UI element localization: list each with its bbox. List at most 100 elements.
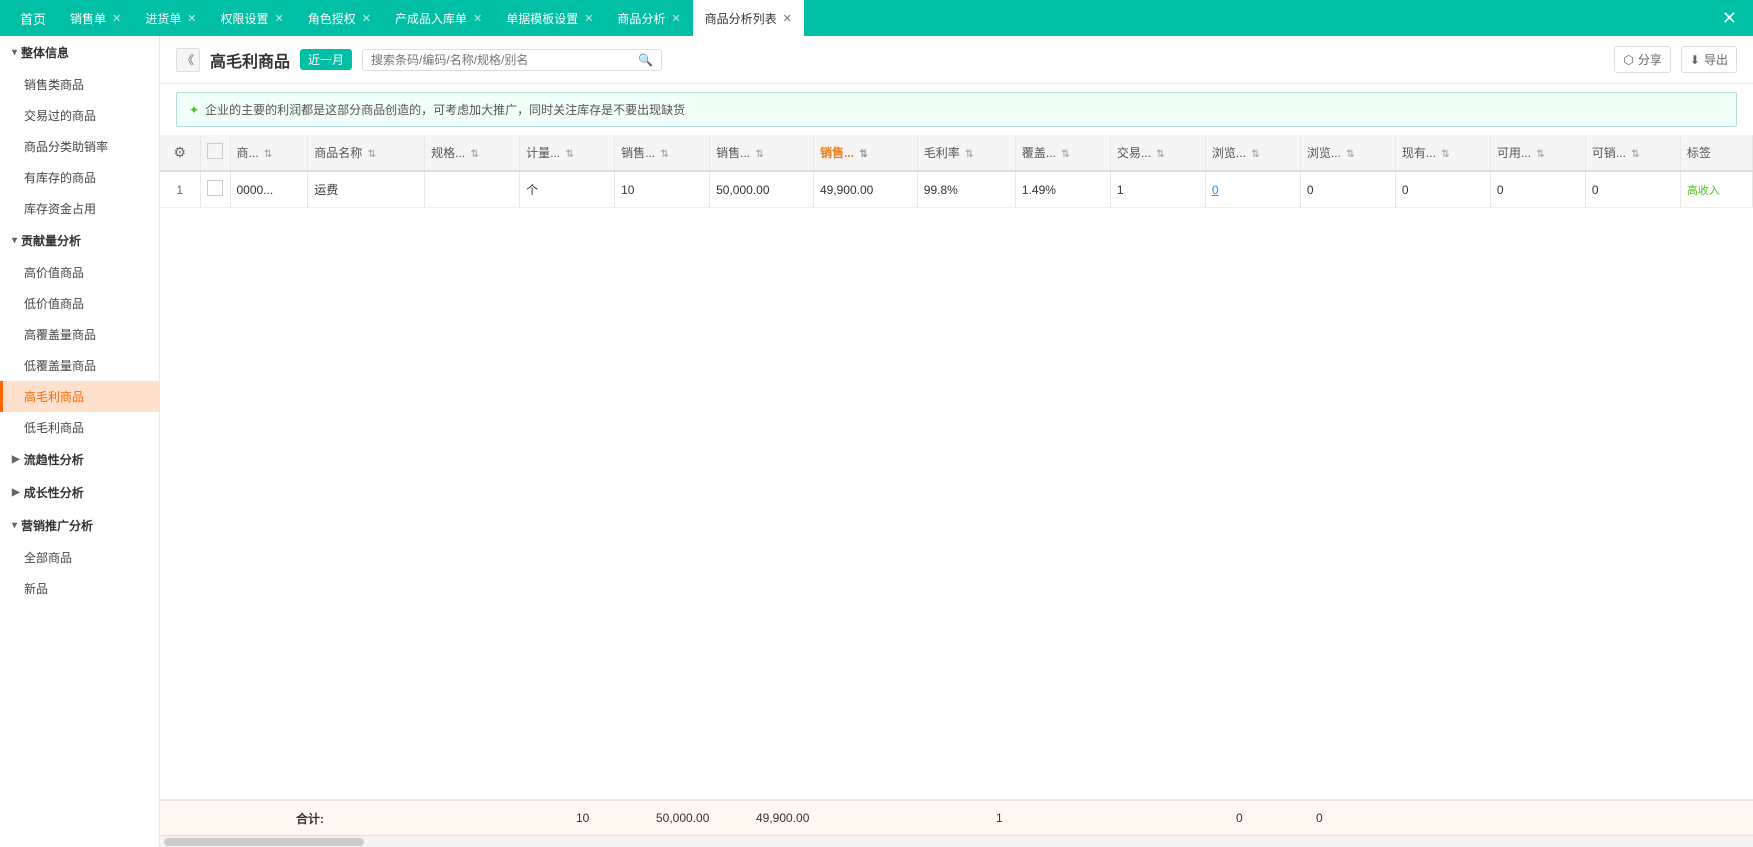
cell-browse1[interactable]: 0 xyxy=(1205,171,1300,208)
close-tab-icon[interactable]: ✕ xyxy=(584,12,593,25)
row-checkbox[interactable] xyxy=(207,180,223,196)
nav-sales-order[interactable]: 销售单 ✕ xyxy=(58,0,133,36)
search-box[interactable]: 🔍 xyxy=(362,49,662,71)
cell-tag: 高收入 xyxy=(1680,171,1752,208)
sidebar-item-inventory-capital[interactable]: 库存资金占用 xyxy=(0,193,159,224)
search-input[interactable] xyxy=(371,53,634,67)
window-close-button[interactable]: ✕ xyxy=(1714,8,1745,29)
col-saleable-stock[interactable]: 可销... ⇅ xyxy=(1585,135,1680,171)
sidebar-item-high-margin[interactable]: 高毛利商品 xyxy=(0,381,159,412)
sidebar-item-traded-goods[interactable]: 交易过的商品 xyxy=(0,100,159,131)
close-tab-icon[interactable]: ✕ xyxy=(187,12,196,25)
sort-icon: ⇅ xyxy=(660,149,668,160)
info-icon: ✦ xyxy=(189,103,199,117)
cell-code: 0000... xyxy=(230,171,308,208)
collapse-sidebar-button[interactable]: 《 xyxy=(176,48,200,72)
col-gross-rate[interactable]: 毛利率 ⇅ xyxy=(917,135,1015,171)
nav-purchase-order[interactable]: 进货单 ✕ xyxy=(133,0,208,36)
nav-home[interactable]: 首页 xyxy=(8,0,58,36)
footer-trade-count: 1 xyxy=(996,811,1076,825)
col-sales-qty[interactable]: 销售... ⇅ xyxy=(615,135,710,171)
sort-icon: ⇅ xyxy=(1251,149,1259,160)
content-header: 《 高毛利商品 近一月 🔍 ⬡ 分享 ⬇ 导出 xyxy=(160,36,1753,84)
footer-totals: 合计: 10 50,000.00 49,900.00 1 0 0 xyxy=(160,799,1753,835)
cell-gross-rate: 99.8% xyxy=(917,171,1015,208)
nav-permissions[interactable]: 权限设置 ✕ xyxy=(208,0,295,36)
share-button[interactable]: ⬡ 分享 xyxy=(1614,46,1671,73)
sidebar-item-new-goods[interactable]: 新品 xyxy=(0,573,159,604)
cell-checkbox[interactable] xyxy=(200,171,230,208)
col-browse1[interactable]: 浏览... ⇅ xyxy=(1205,135,1300,171)
sidebar-group-marketing[interactable]: ▾ 营销推广分析 xyxy=(0,509,159,542)
select-all-checkbox[interactable] xyxy=(207,143,223,159)
share-icon: ⬡ xyxy=(1623,53,1633,67)
sidebar-group-overall[interactable]: ▾ 整体信息 xyxy=(0,36,159,69)
col-coverage[interactable]: 覆盖... ⇅ xyxy=(1015,135,1110,171)
sidebar-item-low-coverage[interactable]: 低覆盖量商品 xyxy=(0,350,159,381)
col-sales-cost[interactable]: 销售... ⇅ xyxy=(813,135,917,171)
footer-sales-qty: 10 xyxy=(576,811,656,825)
close-tab-icon[interactable]: ✕ xyxy=(473,12,482,25)
close-tab-icon[interactable]: ✕ xyxy=(783,12,792,25)
filter-tag-month[interactable]: 近一月 xyxy=(300,49,352,70)
col-trade-count[interactable]: 交易... ⇅ xyxy=(1110,135,1205,171)
col-tag[interactable]: 标签 xyxy=(1680,135,1752,171)
close-tab-icon[interactable]: ✕ xyxy=(671,12,680,25)
sort-icon: ⇅ xyxy=(1346,149,1354,160)
scroll-thumb[interactable] xyxy=(164,838,364,846)
horizontal-scrollbar[interactable] xyxy=(160,835,1753,847)
col-spec[interactable]: 规格... ⇅ xyxy=(425,135,520,171)
nav-finished-goods[interactable]: 产成品入库单 ✕ xyxy=(383,0,494,36)
sidebar-item-category-rate[interactable]: 商品分类助销率 xyxy=(0,131,159,162)
nav-product-analysis-list[interactable]: 商品分析列表 ✕ xyxy=(693,0,804,36)
sort-icon: ⇅ xyxy=(755,149,763,160)
col-name[interactable]: 商品名称 ⇅ xyxy=(308,135,425,171)
close-tab-icon[interactable]: ✕ xyxy=(362,12,371,25)
col-code[interactable]: 商... ⇅ xyxy=(230,135,308,171)
sidebar-item-high-coverage[interactable]: 高覆盖量商品 xyxy=(0,319,159,350)
close-tab-icon[interactable]: ✕ xyxy=(112,12,121,25)
cell-sales-qty: 10 xyxy=(615,171,710,208)
table-body: 1 0000... 运费 个 10 50,000.00 49,900.00 99… xyxy=(160,171,1753,208)
browse-link[interactable]: 0 xyxy=(1212,183,1219,197)
tag-label: 高收入 xyxy=(1687,185,1720,197)
cell-unit: 个 xyxy=(520,171,615,208)
cell-trade-count: 1 xyxy=(1110,171,1205,208)
table-container[interactable]: ⚙ 商... ⇅ 商品名称 ⇅ xyxy=(160,135,1753,799)
col-checkbox[interactable] xyxy=(200,135,230,171)
footer-sales-cost: 49,900.00 xyxy=(756,811,856,825)
table-row[interactable]: 1 0000... 运费 个 10 50,000.00 49,900.00 99… xyxy=(160,171,1753,208)
sidebar-item-all-goods[interactable]: 全部商品 xyxy=(0,542,159,573)
footer-sales-amt: 50,000.00 xyxy=(656,811,756,825)
sort-icon: ⇅ xyxy=(1441,149,1449,160)
settings-icon[interactable]: ⚙ xyxy=(173,144,186,160)
sidebar-item-instock-goods[interactable]: 有库存的商品 xyxy=(0,162,159,193)
sidebar-group-growth[interactable]: ▶ 成长性分析 xyxy=(0,476,159,509)
sidebar-item-low-margin[interactable]: 低毛利商品 xyxy=(0,412,159,443)
table-header-row: ⚙ 商... ⇅ 商品名称 ⇅ xyxy=(160,135,1753,171)
data-table: ⚙ 商... ⇅ 商品名称 ⇅ xyxy=(160,135,1753,208)
sidebar-group-contribution[interactable]: ▾ 贡献量分析 xyxy=(0,224,159,257)
sidebar-item-sales-goods[interactable]: 销售类商品 xyxy=(0,69,159,100)
export-button[interactable]: ⬇ 导出 xyxy=(1681,46,1737,73)
search-icon[interactable]: 🔍 xyxy=(638,53,653,67)
sidebar-item-low-value[interactable]: 低价值商品 xyxy=(0,288,159,319)
nav-template-settings[interactable]: 单据模板设置 ✕ xyxy=(494,0,605,36)
col-index[interactable]: ⚙ xyxy=(160,135,200,171)
sort-icon: ⇅ xyxy=(565,149,573,160)
close-tab-icon[interactable]: ✕ xyxy=(275,12,284,25)
cell-spec xyxy=(425,171,520,208)
cell-current-stock: 0 xyxy=(1395,171,1490,208)
col-sales-amt[interactable]: 销售... ⇅ xyxy=(710,135,814,171)
sort-icon: ⇅ xyxy=(965,149,973,160)
nav-product-analysis[interactable]: 商品分析 ✕ xyxy=(605,0,692,36)
col-browse2[interactable]: 浏览... ⇅ xyxy=(1300,135,1395,171)
nav-role-auth[interactable]: 角色授权 ✕ xyxy=(296,0,383,36)
col-unit[interactable]: 计量... ⇅ xyxy=(520,135,615,171)
page-title: 高毛利商品 xyxy=(210,48,290,72)
sidebar-item-high-value[interactable]: 高价值商品 xyxy=(0,257,159,288)
col-available-stock[interactable]: 可用... ⇅ xyxy=(1490,135,1585,171)
main-layout: ▾ 整体信息 销售类商品 交易过的商品 商品分类助销率 有库存的商品 库存资金占… xyxy=(0,36,1753,847)
sidebar-group-trend[interactable]: ▶ 流趋性分析 xyxy=(0,443,159,476)
col-current-stock[interactable]: 现有... ⇅ xyxy=(1395,135,1490,171)
